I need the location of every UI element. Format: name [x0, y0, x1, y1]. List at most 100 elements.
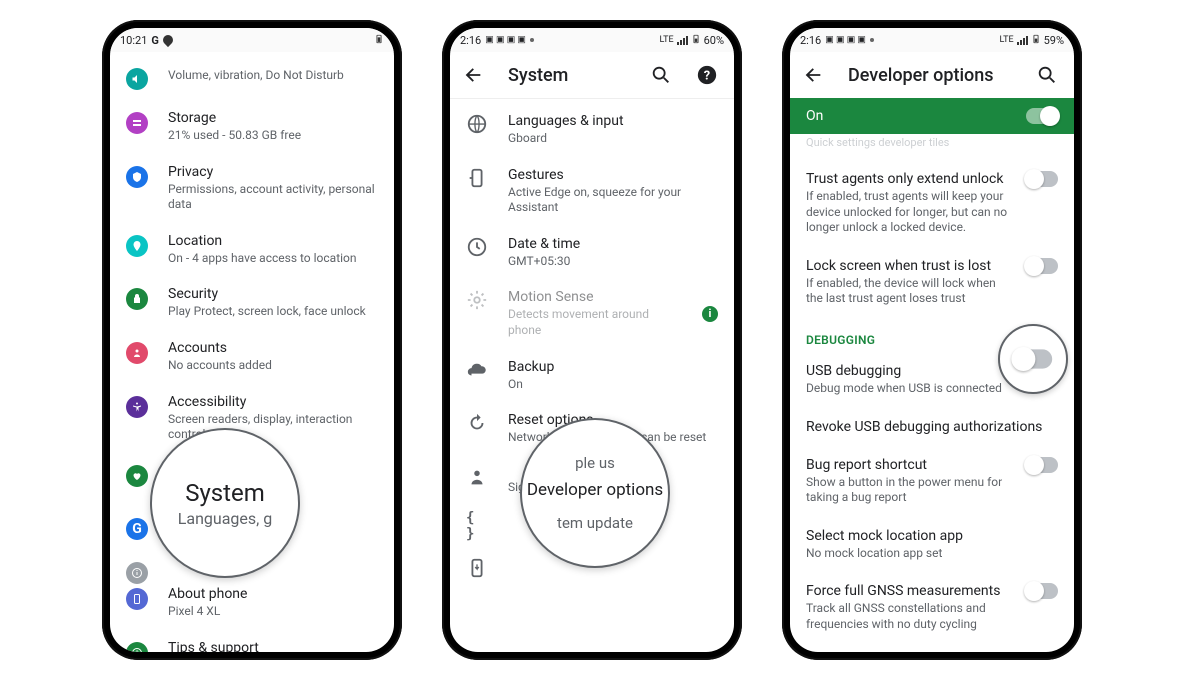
section-header-debugging: DEBUGGING: [790, 319, 1074, 353]
dev-title: Lock screen when trust is lost: [806, 258, 1014, 274]
gesture-icon: [466, 167, 488, 189]
phone-2: 2:16 ▣ ▣ ▣ ▣ LTE 60% System ?: [442, 20, 742, 660]
back-icon[interactable]: [462, 64, 484, 86]
switch-toggle[interactable]: [1026, 583, 1058, 599]
dev-sub: If enabled, trust agents will keep your …: [806, 189, 1014, 236]
row-title: Gestures: [508, 167, 718, 183]
help-icon[interactable]: ?: [696, 64, 718, 86]
system-row-backup[interactable]: Backup On: [450, 349, 734, 403]
dev-sub: Show a button in the power menu for taki…: [806, 475, 1014, 506]
status-bar: 2:16 ▣ ▣ ▣ ▣ LTE 59%: [790, 28, 1074, 52]
system-row-users[interactable]: Signed in as Owner: [450, 456, 734, 506]
wellbeing-icon: [126, 465, 148, 487]
dev-row-trust-extend[interactable]: Trust agents only extend unlock If enabl…: [790, 161, 1074, 248]
row-subtitle: On: [508, 377, 718, 393]
settings-row-accessibility[interactable]: Accessibility Screen readers, display, i…: [110, 384, 394, 453]
globe-icon: [466, 113, 488, 135]
row-title: Storage: [168, 110, 378, 126]
row-title: Security: [168, 286, 378, 302]
dev-title: Force full GNSS measurements: [806, 583, 1014, 599]
settings-row-about[interactable]: About phone Pixel 4 XL: [110, 576, 394, 630]
system-row-gestures[interactable]: Gestures Active Edge on, squeeze for you…: [450, 157, 734, 226]
row-subtitle: Active Edge on, squeeze for your Assista…: [508, 185, 718, 216]
phone-1: 10:21 G Volume, vibration, Do Not Dist: [102, 20, 402, 660]
battery-pct: 60%: [704, 34, 724, 47]
row-subtitle: Signed in as Owner: [508, 480, 718, 496]
update-icon: [466, 557, 488, 579]
system-row-reset[interactable]: Reset options Network, apps, or device c…: [450, 402, 734, 456]
dev-row-usb-debugging[interactable]: USB debugging Debug mode when USB is con…: [790, 353, 1074, 409]
dev-row-lock-trust[interactable]: Lock screen when trust is lost If enable…: [790, 248, 1074, 319]
master-switch-row[interactable]: On: [790, 98, 1074, 134]
dev-title: Select mock location app: [806, 528, 1058, 544]
dev-row-gnss[interactable]: Force full GNSS measurements Track all G…: [790, 573, 1074, 644]
storage-icon: [126, 112, 148, 134]
system-g-icon: G: [126, 518, 148, 540]
status-time: 2:16: [800, 34, 821, 47]
accounts-icon: [126, 342, 148, 364]
row-title: Tips & support: [168, 640, 378, 652]
dev-sub: If enabled, the device will lock when th…: [806, 276, 1014, 307]
settings-row-privacy[interactable]: Privacy Permissions, account activity, p…: [110, 154, 394, 223]
row-title: Motion Sense: [508, 289, 682, 305]
switch-toggle[interactable]: [1026, 457, 1058, 473]
switch-toggle[interactable]: [1026, 171, 1058, 187]
back-icon[interactable]: [802, 64, 824, 86]
settings-row-accounts[interactable]: Accounts No accounts added: [110, 330, 394, 384]
row-title: Reset options: [508, 412, 718, 428]
phone-3: 2:16 ▣ ▣ ▣ ▣ LTE 59% Developer options: [782, 20, 1082, 660]
signal-icon: [1017, 35, 1028, 45]
system-row-update[interactable]: [450, 547, 734, 589]
master-switch-label: On: [806, 108, 823, 124]
settings-row-tips[interactable]: ? Tips & support Help articles, phone & …: [110, 630, 394, 652]
search-icon[interactable]: [650, 64, 672, 86]
info-badge-icon[interactable]: i: [702, 306, 718, 322]
search-icon[interactable]: [1036, 64, 1058, 86]
settings-row-security[interactable]: Security Play Protect, screen lock, face…: [110, 276, 394, 330]
row-subtitle: Permissions, account activity, personal …: [168, 182, 378, 213]
phone-icon: [126, 588, 148, 610]
dev-row-revoke[interactable]: Revoke USB debugging authorizations: [790, 409, 1074, 447]
settings-row-sound-partial[interactable]: Volume, vibration, Do Not Disturb: [110, 56, 394, 100]
security-icon: [126, 288, 148, 310]
person-icon: [466, 466, 488, 488]
app-icon: ▣ ▣ ▣ ▣: [825, 35, 866, 45]
row-subtitle: 21% used - 50.83 GB free: [168, 128, 378, 144]
signal-icon: [677, 35, 688, 45]
system-row-datetime[interactable]: Date & time GMT+05:30: [450, 226, 734, 280]
dev-title: Revoke USB debugging authorizations: [806, 419, 1058, 435]
row-subtitle: GMT+05:30: [508, 254, 718, 270]
more-dot-icon: [870, 38, 874, 42]
settings-row-storage[interactable]: Storage 21% used - 50.83 GB free: [110, 100, 394, 154]
dev-sub: Debug mode when USB is connected: [806, 381, 1058, 397]
system-row-motionsense[interactable]: Motion Sense Detects movement around pho…: [450, 279, 734, 348]
status-time: 10:21: [120, 34, 147, 47]
row-title: Date & time: [508, 236, 718, 252]
system-row-languages[interactable]: Languages & input Gboard: [450, 103, 734, 157]
status-bar: 2:16 ▣ ▣ ▣ ▣ LTE 60%: [450, 28, 734, 52]
master-switch-toggle[interactable]: [1026, 108, 1058, 124]
partial-row[interactable]: Quick settings developer tiles: [790, 134, 1074, 161]
dev-row-bugreport[interactable]: Bug report shortcut Show a button in the…: [790, 447, 1074, 518]
switch-toggle[interactable]: [1026, 258, 1058, 274]
row-title: Languages & input: [508, 113, 718, 129]
row-subtitle: Gboard: [508, 131, 718, 147]
dev-title: Bug report shortcut: [806, 457, 1014, 473]
clock-icon: [466, 236, 488, 258]
settings-row-location[interactable]: Location On - 4 apps have access to loca…: [110, 223, 394, 277]
row-subtitle: Play Protect, screen lock, face unlock: [168, 304, 378, 320]
sound-icon: [126, 68, 148, 90]
app-icon: ▣ ▣ ▣ ▣: [485, 35, 526, 45]
settings-row-wellbeing[interactable]: Digital Wellbeing Scr Wind Down: [110, 453, 394, 507]
dev-title: Quick settings developer tiles: [806, 136, 1058, 149]
system-row-devoptions[interactable]: { }: [450, 505, 734, 547]
appbar: Developer options: [790, 52, 1074, 98]
dev-row-viewattr[interactable]: Enable view attribute inspection: [790, 645, 1074, 652]
row-title: Location: [168, 233, 378, 249]
row-subtitle: No accounts added: [168, 358, 378, 374]
dev-row-mocklocation[interactable]: Select mock location app No mock locatio…: [790, 518, 1074, 574]
settings-row-system[interactable]: G La ackup: [110, 506, 394, 550]
row-subtitle: La ackup: [168, 518, 378, 534]
status-time: 2:16: [460, 34, 481, 47]
dev-title: Trust agents only extend unlock: [806, 171, 1014, 187]
